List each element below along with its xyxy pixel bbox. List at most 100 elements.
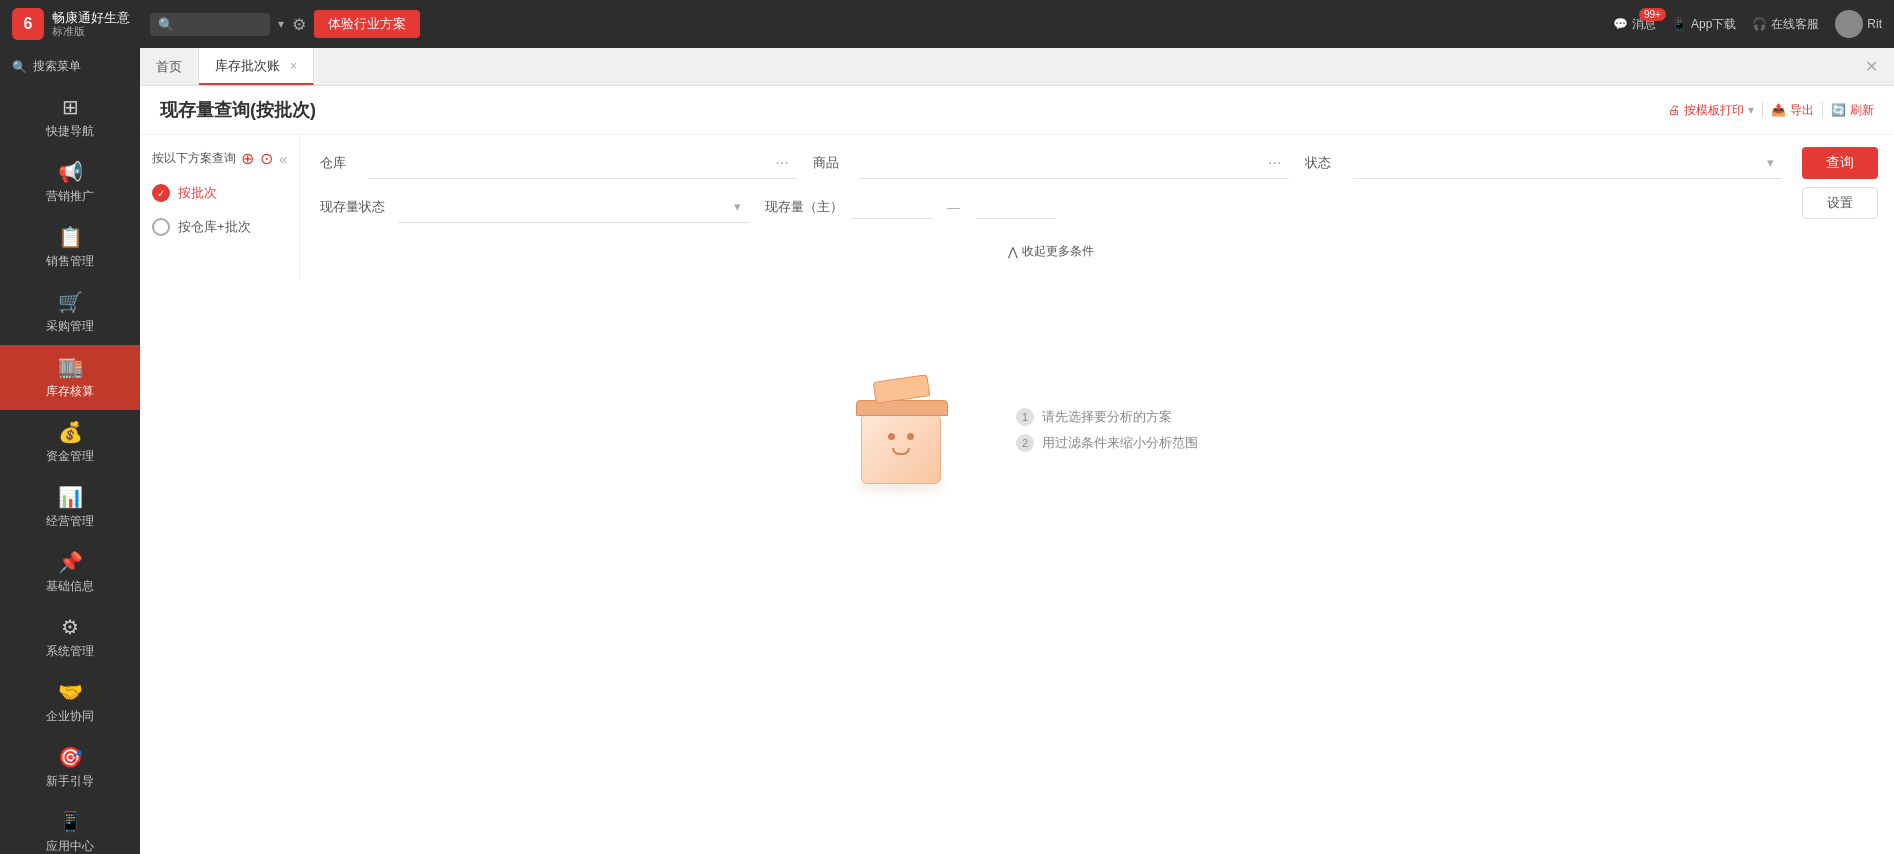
settings-btn[interactable]: 设置 xyxy=(1802,187,1878,219)
sidebar-item-label: 基础信息 xyxy=(46,578,94,595)
newbie-icon: 🎯 xyxy=(58,745,83,769)
warehouse-label: 仓库 xyxy=(320,154,360,172)
filter-row-1: 仓库 ··· 商品 ··· xyxy=(320,147,1782,179)
collapse-btn-label: 收起更多条件 xyxy=(1022,243,1094,260)
base-info-icon: 📌 xyxy=(58,550,83,574)
sidebar-item-label: 营销推广 xyxy=(46,188,94,205)
inventory-status-field: 现存量状态 ▾ xyxy=(320,191,749,223)
sidebar-item-purchase[interactable]: 🛒 采购管理 xyxy=(0,280,140,345)
refresh-btn[interactable]: 🔄 刷新 xyxy=(1831,102,1874,119)
template-print-btn[interactable]: 🖨 按模板打印 ▾ xyxy=(1668,102,1754,119)
experience-btn[interactable]: 体验行业方案 xyxy=(314,10,420,38)
scheme-item-by-warehouse-batch[interactable]: 按仓库+批次 xyxy=(140,210,299,244)
filter-actions: 查询 设置 xyxy=(1802,135,1894,280)
divider xyxy=(1762,102,1763,118)
sidebar-item-label: 快捷导航 xyxy=(46,123,94,140)
product-input[interactable] xyxy=(869,151,1264,174)
quick-nav-icon: ⊞ xyxy=(62,95,79,119)
filter-right: 仓库 ··· 商品 ··· xyxy=(300,135,1802,280)
finance-icon: 💰 xyxy=(58,420,83,444)
tab-inventory-batch[interactable]: 库存批次账 × xyxy=(199,48,314,85)
inventory-qty-from[interactable] xyxy=(851,195,931,219)
scheme-inactive-icon xyxy=(152,218,170,236)
warehouse-field: 仓库 ··· xyxy=(320,147,797,179)
inventory-qty-to[interactable] xyxy=(976,195,1056,219)
scheme-add-icon[interactable]: ⊕ xyxy=(241,149,254,168)
page-title: 现存量查询(按批次) xyxy=(160,98,316,122)
app-download-btn[interactable]: 📱 App下载 xyxy=(1672,16,1736,33)
divider xyxy=(1822,102,1823,118)
hint-2: 2 用过滤条件来缩小分析范围 xyxy=(1016,434,1198,452)
sidebar-item-system[interactable]: ⚙ 系统管理 xyxy=(0,605,140,670)
sidebar-item-label: 资金管理 xyxy=(46,448,94,465)
messages-btn[interactable]: 💬 消息 99+ xyxy=(1613,16,1656,33)
topbar-gear-icon[interactable]: ⚙ xyxy=(292,15,306,34)
product-label: 商品 xyxy=(813,154,853,172)
close-panel-icon[interactable]: ✕ xyxy=(1849,57,1894,76)
sidebar-item-finance[interactable]: 💰 资金管理 xyxy=(0,410,140,475)
status-field: 状态 ▾ xyxy=(1305,147,1782,179)
sidebar-item-quick-nav[interactable]: ⊞ 快捷导航 xyxy=(0,85,140,150)
status-input[interactable] xyxy=(1361,151,1763,174)
sidebar-item-cooperation[interactable]: 🤝 企业协同 xyxy=(0,670,140,735)
scheme-collapse-icon[interactable]: « xyxy=(279,151,287,167)
tab-home-label: 首页 xyxy=(156,58,182,76)
sidebar-item-label: 库存核算 xyxy=(46,383,94,400)
page-content: 现存量查询(按批次) 🖨 按模板打印 ▾ 📤 导出 🔄 xyxy=(140,86,1894,854)
scheme-item-label: 按批次 xyxy=(178,184,217,202)
topbar-search-input[interactable] xyxy=(180,17,260,31)
export-btn[interactable]: 📤 导出 xyxy=(1771,102,1814,119)
product-dots-icon[interactable]: ··· xyxy=(1268,154,1281,172)
box-lid xyxy=(856,400,948,416)
app-icon: 📱 xyxy=(1672,17,1687,31)
app-logo: 6 xyxy=(12,8,44,40)
tab-close-icon[interactable]: × xyxy=(290,59,297,73)
inventory-status-input[interactable] xyxy=(406,195,730,218)
scheme-manage-icon[interactable]: ⊙ xyxy=(260,149,273,168)
hint-num-2: 2 xyxy=(1016,434,1034,452)
username-label: Rit xyxy=(1867,17,1882,31)
refresh-icon: 🔄 xyxy=(1831,103,1846,117)
sidebar: 🔍 搜索菜单 ⊞ 快捷导航 📢 营销推广 📋 销售管理 🛒 采购管理 🏬 库存核… xyxy=(0,48,140,854)
topbar: 6 畅康通好生意 标准版 🔍 ▾ ⚙ 体验行业方案 💬 消息 99+ 📱 App… xyxy=(0,0,1894,48)
sidebar-item-label: 新手引导 xyxy=(46,773,94,790)
scheme-header-actions: ⊕ ⊙ « xyxy=(241,149,287,168)
tab-home[interactable]: 首页 xyxy=(140,48,199,85)
online-service-btn[interactable]: 🎧 在线客服 xyxy=(1752,16,1819,33)
user-avatar[interactable]: Rit xyxy=(1835,10,1882,38)
inventory-status-dropdown-icon[interactable]: ▾ xyxy=(734,199,741,214)
topbar-search-box[interactable]: 🔍 xyxy=(150,13,270,36)
sidebar-item-newbie[interactable]: 🎯 新手引导 xyxy=(0,735,140,800)
inventory-qty-label: 现存量（主） xyxy=(765,198,843,216)
empty-illustration xyxy=(836,360,976,500)
service-icon: 🎧 xyxy=(1752,17,1767,31)
scheme-item-label: 按仓库+批次 xyxy=(178,218,251,236)
filter-fields: 仓库 ··· 商品 ··· xyxy=(300,135,1802,280)
search-icon: 🔍 xyxy=(158,17,174,32)
sidebar-item-sales[interactable]: 📋 销售管理 xyxy=(0,215,140,280)
warehouse-input[interactable] xyxy=(376,151,771,174)
export-icon: 📤 xyxy=(1771,103,1786,117)
collapse-more-btn[interactable]: ⋀ 收起更多条件 xyxy=(320,235,1782,268)
sidebar-item-app-center[interactable]: 📱 应用中心 xyxy=(0,800,140,854)
brand-name: 畅康通好生意 xyxy=(52,10,130,26)
hint-text-1: 请先选择要分析的方案 xyxy=(1042,408,1172,426)
sidebar-item-operations[interactable]: 📊 经营管理 xyxy=(0,475,140,540)
system-icon: ⚙ xyxy=(61,615,79,639)
box-body xyxy=(861,414,941,484)
query-btn[interactable]: 查询 xyxy=(1802,147,1878,179)
messages-badge: 99+ xyxy=(1639,8,1666,21)
sidebar-item-inventory[interactable]: 🏬 库存核算 xyxy=(0,345,140,410)
sidebar-item-marketing[interactable]: 📢 营销推广 xyxy=(0,150,140,215)
sidebar-item-base-info[interactable]: 📌 基础信息 xyxy=(0,540,140,605)
topbar-dropdown-icon[interactable]: ▾ xyxy=(278,17,284,31)
product-field: 商品 ··· xyxy=(813,147,1290,179)
scheme-header-title: 按以下方案查询 xyxy=(152,150,236,167)
sidebar-search[interactable]: 🔍 搜索菜单 xyxy=(0,48,140,85)
print-dropdown-icon[interactable]: ▾ xyxy=(1748,103,1754,117)
warehouse-dots-icon[interactable]: ··· xyxy=(775,154,788,172)
sidebar-item-label: 采购管理 xyxy=(46,318,94,335)
sidebar-item-label: 经营管理 xyxy=(46,513,94,530)
scheme-item-by-batch[interactable]: ✓ 按批次 xyxy=(140,176,299,210)
status-dropdown-icon[interactable]: ▾ xyxy=(1767,155,1774,170)
